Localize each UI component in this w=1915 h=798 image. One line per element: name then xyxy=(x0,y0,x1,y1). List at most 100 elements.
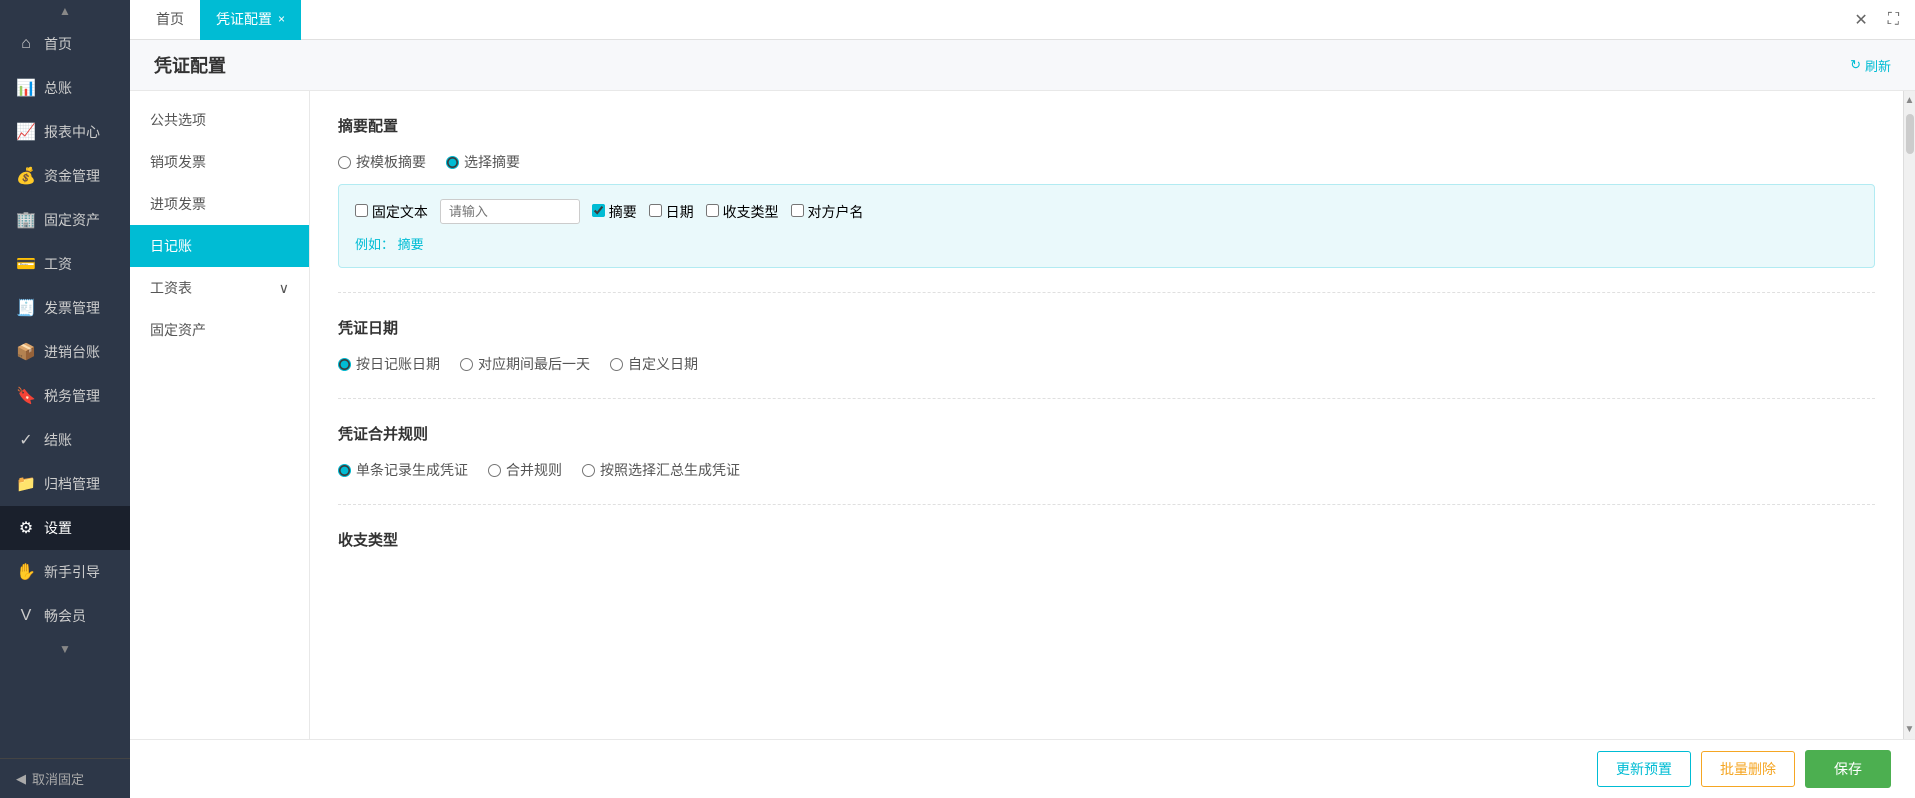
radio-custom-date[interactable] xyxy=(610,358,623,371)
left-nav-purchase-invoice[interactable]: 进项发票 xyxy=(130,183,309,225)
right-content: 摘要配置 按模板摘要 选择摘要 固定文本 xyxy=(310,91,1903,739)
checkbox-summary-label[interactable]: 摘要 xyxy=(592,202,637,222)
radio-group-label[interactable]: 按照选择汇总生成凭证 xyxy=(582,460,740,480)
scroll-down-arrow[interactable]: ▼ xyxy=(1904,720,1915,739)
bottom-bar: 更新预置 批量删除 保存 xyxy=(130,739,1915,798)
sidebar-item-invoice-mgmt[interactable]: 🧾 发票管理 xyxy=(0,286,130,330)
date-section: 凭证日期 按日记账日期 对应期间最后一天 自定义日期 xyxy=(338,317,1875,399)
sidebar-item-wages[interactable]: 💳 工资 xyxy=(0,242,130,286)
left-nav: 公共选项 销项发票 进项发票 日记账 工资表 ∨ 固定资产 xyxy=(130,91,310,739)
save-button[interactable]: 保存 xyxy=(1805,750,1891,788)
income-section: 收支类型 xyxy=(338,529,1875,590)
sidebar-item-purchase-sales[interactable]: 📦 进销台账 xyxy=(0,330,130,374)
radio-merge[interactable] xyxy=(488,464,501,477)
checkbox-counterpart[interactable] xyxy=(791,204,804,217)
sidebar-item-vip[interactable]: V 畅会员 xyxy=(0,594,130,638)
tax-icon: 🔖 xyxy=(16,386,36,406)
batch-delete-button[interactable]: 批量删除 xyxy=(1701,751,1795,787)
sidebar-item-reports[interactable]: 📈 报表中心 xyxy=(0,110,130,154)
scroll-up-arrow[interactable]: ▲ xyxy=(1904,91,1915,110)
checkbox-counterpart-label[interactable]: 对方户名 xyxy=(791,202,864,222)
purchase-sales-icon: 📦 xyxy=(16,342,36,362)
radio-single[interactable] xyxy=(338,464,351,477)
summary-radio-row: 按模板摘要 选择摘要 xyxy=(338,152,1875,172)
update-preview-button[interactable]: 更新预置 xyxy=(1597,751,1691,787)
guide-icon: ✋ xyxy=(16,562,36,582)
merge-section-title: 凭证合并规则 xyxy=(338,423,1875,444)
expand-icon: ∨ xyxy=(279,280,289,297)
wages-icon: 💳 xyxy=(16,254,36,274)
main-area: 首页 凭证配置 × ✕ ⛶ 凭证配置 ↻ 刷新 公共选项 销项发票 进项 xyxy=(130,0,1915,798)
sidebar-item-ledger[interactable]: 📊 总账 xyxy=(0,66,130,110)
invoice-mgmt-icon: 🧾 xyxy=(16,298,36,318)
tab-close-button[interactable]: × xyxy=(278,12,285,26)
refresh-icon: ↻ xyxy=(1850,57,1861,73)
radio-select-label[interactable]: 选择摘要 xyxy=(446,152,520,172)
checkbox-summary[interactable] xyxy=(592,204,605,217)
radio-template[interactable] xyxy=(338,156,351,169)
checkbox-fixed-text-label[interactable]: 固定文本 xyxy=(355,202,428,222)
sidebar-item-settings[interactable]: ⚙ 设置 xyxy=(0,506,130,550)
refresh-button[interactable]: ↻ 刷新 xyxy=(1850,56,1891,75)
fixed-text-input[interactable] xyxy=(440,199,580,224)
tab-voucher-config[interactable]: 凭证配置 × xyxy=(200,0,301,40)
sidebar-item-funds[interactable]: 💰 资金管理 xyxy=(0,154,130,198)
checkbox-income-type-label[interactable]: 收支类型 xyxy=(706,202,779,222)
content-area: 公共选项 销项发票 进项发票 日记账 工资表 ∨ 固定资产 摘要配置 xyxy=(130,91,1915,739)
merge-radio-row: 单条记录生成凭证 合并规则 按照选择汇总生成凭证 xyxy=(338,460,1875,480)
date-radio-row: 按日记账日期 对应期间最后一天 自定义日期 xyxy=(338,354,1875,374)
reports-icon: 📈 xyxy=(16,122,36,142)
sidebar-item-home[interactable]: ⌂ 首页 xyxy=(0,22,130,66)
sidebar-unpin-button[interactable]: ◀ 取消固定 xyxy=(0,758,130,798)
page-title: 凭证配置 xyxy=(154,52,226,78)
checkbox-date[interactable] xyxy=(649,204,662,217)
window-maximize-button[interactable]: ⛶ xyxy=(1882,9,1905,31)
right-scrollbar: ▲ ▼ xyxy=(1903,91,1915,739)
radio-period-last-label[interactable]: 对应期间最后一天 xyxy=(460,354,590,374)
left-nav-payroll[interactable]: 工资表 ∨ xyxy=(130,267,309,309)
sidebar-scroll-up[interactable]: ▲ xyxy=(0,0,130,22)
window-close-button[interactable]: ✕ xyxy=(1848,8,1873,32)
left-nav-journal[interactable]: 日记账 xyxy=(130,225,309,267)
sidebar-item-archive[interactable]: 📁 归档管理 xyxy=(0,462,130,506)
vip-icon: V xyxy=(16,607,36,625)
scroll-thumb[interactable] xyxy=(1906,114,1914,154)
sidebar-item-settlement[interactable]: ✓ 结账 xyxy=(0,418,130,462)
radio-journal-date[interactable] xyxy=(338,358,351,371)
sidebar-item-guide[interactable]: ✋ 新手引导 xyxy=(0,550,130,594)
date-section-title: 凭证日期 xyxy=(338,317,1875,338)
radio-group[interactable] xyxy=(582,464,595,477)
radio-journal-date-label[interactable]: 按日记账日期 xyxy=(338,354,440,374)
page-header: 凭证配置 ↻ 刷新 xyxy=(130,40,1915,91)
radio-single-label[interactable]: 单条记录生成凭证 xyxy=(338,460,468,480)
radio-period-last[interactable] xyxy=(460,358,473,371)
sidebar-item-assets[interactable]: 🏢 固定资产 xyxy=(0,198,130,242)
checkbox-date-label[interactable]: 日期 xyxy=(649,202,694,222)
sidebar-item-tax[interactable]: 🔖 税务管理 xyxy=(0,374,130,418)
funds-icon: 💰 xyxy=(16,166,36,186)
checkbox-fixed-text[interactable] xyxy=(355,204,368,217)
settings-icon: ⚙ xyxy=(16,518,36,538)
radio-template-label[interactable]: 按模板摘要 xyxy=(338,152,426,172)
settlement-icon: ✓ xyxy=(16,430,36,450)
assets-icon: 🏢 xyxy=(16,210,36,230)
left-nav-fixed-assets[interactable]: 固定资产 xyxy=(130,309,309,351)
checkbox-income-type[interactable] xyxy=(706,204,719,217)
sidebar-scroll-down[interactable]: ▼ xyxy=(0,638,130,660)
radio-merge-label[interactable]: 合并规则 xyxy=(488,460,562,480)
sidebar: ▲ ⌂ 首页 📊 总账 📈 报表中心 💰 资金管理 🏢 固定资产 💳 工资 🧾 … xyxy=(0,0,130,798)
summary-options-row: 固定文本 摘要 日期 收支类型 xyxy=(355,199,1858,224)
pin-icon: ◀ xyxy=(16,771,26,787)
merge-section: 凭证合并规则 单条记录生成凭证 合并规则 按照选择汇总生成凭证 xyxy=(338,423,1875,505)
ledger-icon: 📊 xyxy=(16,78,36,98)
radio-custom-date-label[interactable]: 自定义日期 xyxy=(610,354,698,374)
summary-section: 摘要配置 按模板摘要 选择摘要 固定文本 xyxy=(338,115,1875,293)
left-nav-sales-invoice[interactable]: 销项发票 xyxy=(130,141,309,183)
radio-select[interactable] xyxy=(446,156,459,169)
home-icon: ⌂ xyxy=(16,35,36,53)
summary-example: 例如： 摘要 xyxy=(355,234,1858,253)
left-nav-public[interactable]: 公共选项 xyxy=(130,99,309,141)
tab-bar: 首页 凭证配置 × ✕ ⛶ xyxy=(130,0,1915,40)
tab-home[interactable]: 首页 xyxy=(140,0,200,40)
archive-icon: 📁 xyxy=(16,474,36,494)
